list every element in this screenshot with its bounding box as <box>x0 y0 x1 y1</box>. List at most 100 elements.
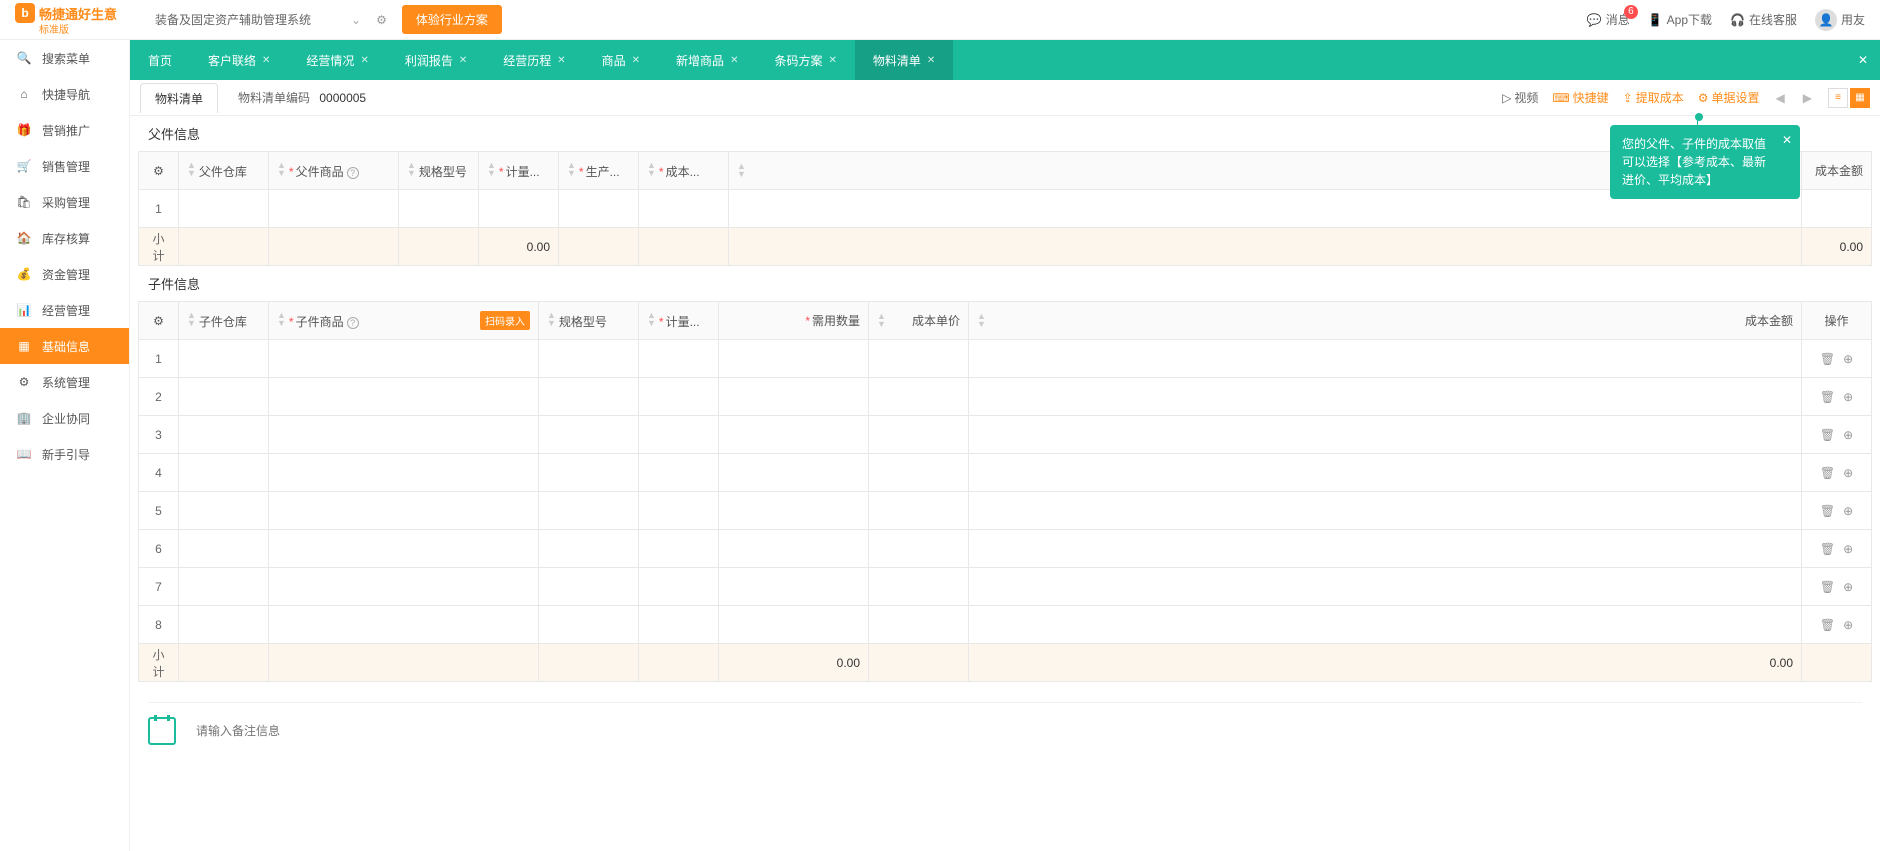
col-parent-cost-amount[interactable]: 成本金额 <box>1802 152 1872 190</box>
sidebar-item-gift[interactable]: 🎁营销推广 <box>0 112 129 148</box>
sidebar-item-chart[interactable]: 📊经营管理 <box>0 292 129 328</box>
close-icon[interactable]: ✕ <box>632 55 640 66</box>
chart-icon: 📊 <box>16 303 32 317</box>
tab-物料清单[interactable]: 物料清单✕ <box>855 40 953 80</box>
table-row[interactable]: 4🗑⊕ <box>139 454 1872 492</box>
col-parent-warehouse[interactable]: ▲▼父件仓库 <box>179 152 269 190</box>
help-icon[interactable]: ? <box>347 317 359 329</box>
shortcut-link[interactable]: ⌨快捷键 <box>1552 89 1608 106</box>
system-selector[interactable]: 装备及固定资产辅助管理系统 ⌄ <box>155 11 361 28</box>
sidebar-item-cart[interactable]: 🛒销售管理 <box>0 148 129 184</box>
col-child-need-qty[interactable]: *需用数量 <box>719 302 869 340</box>
message-button[interactable]: 💬 消息 6 <box>1587 11 1630 28</box>
sidebar-item-warehouse[interactable]: 🏠库存核算 <box>0 220 129 256</box>
add-icon[interactable]: ⊕ <box>1843 504 1853 518</box>
footer-area <box>148 702 1862 745</box>
gear-icon[interactable]: ⚙ <box>376 13 387 27</box>
add-icon[interactable]: ⊕ <box>1843 428 1853 442</box>
scan-input-tag[interactable]: 扫码录入 <box>480 311 530 330</box>
col-child-cost-amount[interactable]: ▲▼成本金额 <box>969 302 1802 340</box>
col-child-unit[interactable]: ▲▼*计量... <box>639 302 719 340</box>
tab-利润报告[interactable]: 利润报告✕ <box>387 40 485 80</box>
sidebar-item-enterprise[interactable]: 🏢企业协同 <box>0 400 129 436</box>
table-row[interactable]: 8🗑⊕ <box>139 606 1872 644</box>
col-parent-product[interactable]: ▲▼*父件商品? <box>269 152 399 190</box>
add-icon[interactable]: ⊕ <box>1843 466 1853 480</box>
tab-条码方案[interactable]: 条码方案✕ <box>756 40 854 80</box>
table-row[interactable]: 3🗑⊕ <box>139 416 1872 454</box>
add-icon[interactable]: ⊕ <box>1843 580 1853 594</box>
close-icon[interactable]: ✕ <box>828 55 836 66</box>
sidebar-item-bag[interactable]: 🛍采购管理 <box>0 184 129 220</box>
doc-setting-link[interactable]: ⚙单据设置 <box>1698 89 1760 106</box>
tab-新增商品[interactable]: 新增商品✕ <box>658 40 756 80</box>
col-settings[interactable]: ⚙ <box>139 302 179 340</box>
close-icon[interactable]: ✕ <box>557 55 565 66</box>
close-icon[interactable]: ✕ <box>459 55 467 66</box>
sidebar-item-label: 系统管理 <box>42 374 90 391</box>
delete-icon[interactable]: 🗑 <box>1820 390 1835 404</box>
delete-icon[interactable]: 🗑 <box>1820 428 1835 442</box>
col-parent-spec[interactable]: ▲▼规格型号 <box>399 152 479 190</box>
prev-arrow-icon[interactable]: ◀ <box>1774 91 1787 105</box>
add-icon[interactable]: ⊕ <box>1843 542 1853 556</box>
close-icon[interactable]: ✕ <box>730 55 738 66</box>
table-row[interactable]: 7🗑⊕ <box>139 568 1872 606</box>
experience-button[interactable]: 体验行业方案 <box>402 5 502 34</box>
add-icon[interactable]: ⊕ <box>1843 352 1853 366</box>
help-icon[interactable]: ? <box>347 167 359 179</box>
sidebar-item-setting[interactable]: ⚙系统管理 <box>0 364 129 400</box>
note-input[interactable] <box>196 724 496 738</box>
extract-cost-link[interactable]: ⇪提取成本 <box>1623 89 1684 106</box>
sidebar-item-home[interactable]: ⌂快捷导航 <box>0 76 129 112</box>
delete-icon[interactable]: 🗑 <box>1820 542 1835 556</box>
col-settings[interactable]: ⚙ <box>139 152 179 190</box>
col-child-spec[interactable]: ▲▼规格型号 <box>539 302 639 340</box>
sidebar-item-label: 资金管理 <box>42 266 90 283</box>
col-parent-cost[interactable]: ▲▼*成本... <box>639 152 729 190</box>
add-icon[interactable]: ⊕ <box>1843 618 1853 632</box>
close-all-tabs-icon[interactable]: ✕ <box>1846 53 1880 67</box>
tab-首页[interactable]: 首页 <box>130 40 190 80</box>
col-child-product[interactable]: ▲▼*子件商品?扫码录入 <box>269 302 539 340</box>
table-row[interactable]: 5🗑⊕ <box>139 492 1872 530</box>
col-parent-unit[interactable]: ▲▼*计量... <box>479 152 559 190</box>
delete-icon[interactable]: 🗑 <box>1820 352 1835 366</box>
sidebar-item-guide[interactable]: 📖新手引导 <box>0 436 129 472</box>
table-row[interactable]: 6🗑⊕ <box>139 530 1872 568</box>
add-icon[interactable]: ⊕ <box>1843 390 1853 404</box>
video-link[interactable]: ▷视频 <box>1502 89 1538 106</box>
close-icon[interactable]: ✕ <box>927 55 935 66</box>
tab-经营历程[interactable]: 经营历程✕ <box>485 40 583 80</box>
top-header: b 畅捷通好生意 标准版 装备及固定资产辅助管理系统 ⌄ ⚙ 体验行业方案 💬 … <box>0 0 1880 40</box>
col-child-cost-price[interactable]: ▲▼成本单价 <box>869 302 969 340</box>
sub-tab-main[interactable]: 物料清单 <box>140 83 218 113</box>
delete-icon[interactable]: 🗑 <box>1820 504 1835 518</box>
view-detail-button[interactable]: ▦ <box>1850 88 1870 108</box>
col-parent-produce[interactable]: ▲▼*生产... <box>559 152 639 190</box>
sidebar-item-label: 库存核算 <box>42 230 90 247</box>
tab-商品[interactable]: 商品✕ <box>584 40 658 80</box>
online-service-button[interactable]: 🎧 在线客服 <box>1730 11 1797 28</box>
col-child-warehouse[interactable]: ▲▼子件仓库 <box>179 302 269 340</box>
calendar-icon[interactable] <box>148 717 176 745</box>
sidebar-item-data[interactable]: ▦基础信息 <box>0 328 129 364</box>
tab-客户联络[interactable]: 客户联络✕ <box>190 40 288 80</box>
app-download-button[interactable]: 📱 App下载 <box>1648 11 1712 28</box>
close-icon[interactable]: ✕ <box>1782 131 1792 149</box>
table-row[interactable]: 2🗑⊕ <box>139 378 1872 416</box>
close-icon[interactable]: ✕ <box>262 55 270 66</box>
view-list-button[interactable]: ≡ <box>1828 88 1848 108</box>
tab-经营情况[interactable]: 经营情况✕ <box>288 40 386 80</box>
close-icon[interactable]: ✕ <box>360 55 368 66</box>
sidebar-item-label: 基础信息 <box>42 338 90 355</box>
table-row[interactable]: 1🗑⊕ <box>139 340 1872 378</box>
extract-icon: ⇪ <box>1623 91 1633 105</box>
sidebar-item-money[interactable]: 💰资金管理 <box>0 256 129 292</box>
user-menu[interactable]: 👤 用友 <box>1815 9 1865 31</box>
delete-icon[interactable]: 🗑 <box>1820 580 1835 594</box>
next-arrow-icon[interactable]: ▶ <box>1801 91 1814 105</box>
delete-icon[interactable]: 🗑 <box>1820 618 1835 632</box>
sidebar-item-search[interactable]: 🔍搜索菜单 <box>0 40 129 76</box>
delete-icon[interactable]: 🗑 <box>1820 466 1835 480</box>
